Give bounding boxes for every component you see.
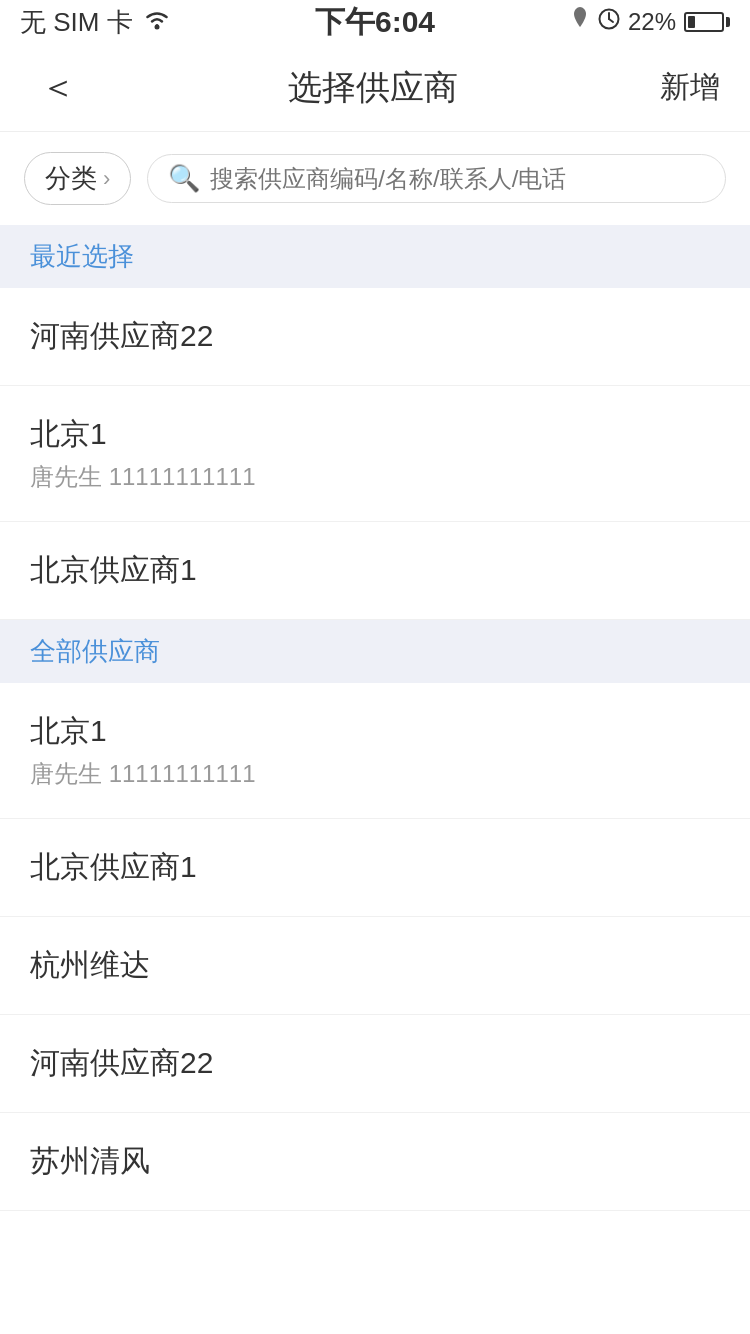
nav-bar: ＜ 选择供应商 新增 [0, 44, 750, 132]
svg-point-0 [154, 24, 159, 29]
status-right: 22% [570, 7, 730, 37]
all-list-item[interactable]: 杭州维达 [0, 917, 750, 1015]
recent-list-item[interactable]: 河南供应商22 [0, 288, 750, 386]
add-button[interactable]: 新增 [660, 67, 720, 108]
item-name: 北京1 [30, 711, 720, 752]
recent-section-header: 最近选择 [0, 225, 750, 288]
item-name: 杭州维达 [30, 945, 720, 986]
search-input[interactable] [210, 165, 705, 193]
all-list-item[interactable]: 北京1 唐先生 11111111111 [0, 683, 750, 819]
page-title: 选择供应商 [288, 65, 458, 111]
recent-section-label: 最近选择 [30, 241, 134, 271]
item-sub: 唐先生 11111111111 [30, 461, 720, 493]
item-name: 河南供应商22 [30, 1043, 720, 1084]
all-list-item[interactable]: 苏州清风 [0, 1113, 750, 1211]
item-name: 河南供应商22 [30, 316, 720, 357]
item-name: 北京1 [30, 414, 720, 455]
back-button[interactable]: ＜ [30, 53, 86, 122]
status-bar: 无 SIM 卡 下午6:04 22% [0, 0, 750, 44]
category-label: 分类 [45, 161, 97, 196]
chevron-right-icon: › [103, 166, 110, 192]
category-button[interactable]: 分类 › [24, 152, 131, 205]
battery-icon [684, 12, 730, 32]
filter-bar: 分类 › 🔍 [0, 132, 750, 225]
battery-percentage: 22% [628, 8, 676, 36]
status-left: 无 SIM 卡 [20, 5, 171, 40]
wifi-icon [143, 7, 171, 38]
all-list-item[interactable]: 北京供应商1 [0, 819, 750, 917]
all-section-label: 全部供应商 [30, 636, 160, 666]
search-box: 🔍 [147, 154, 726, 203]
search-icon: 🔍 [168, 163, 200, 194]
svg-line-3 [609, 19, 613, 22]
item-name: 北京供应商1 [30, 550, 720, 591]
item-name: 苏州清风 [30, 1141, 720, 1182]
all-list: 北京1 唐先生 11111111111 北京供应商1 杭州维达河南供应商22 苏州清风 [0, 683, 750, 1211]
recent-list: 河南供应商22 北京1 唐先生 11111111111 北京供应商1 [0, 288, 750, 620]
recent-list-item[interactable]: 北京1 唐先生 11111111111 [0, 386, 750, 522]
all-list-item[interactable]: 河南供应商22 [0, 1015, 750, 1113]
item-sub: 唐先生 11111111111 [30, 758, 720, 790]
status-time: 下午6:04 [315, 2, 435, 43]
recent-list-item[interactable]: 北京供应商1 [0, 522, 750, 620]
item-name: 北京供应商1 [30, 847, 720, 888]
all-section-header: 全部供应商 [0, 620, 750, 683]
clock-icon [598, 8, 620, 36]
location-icon [570, 7, 590, 37]
carrier-label: 无 SIM 卡 [20, 5, 133, 40]
